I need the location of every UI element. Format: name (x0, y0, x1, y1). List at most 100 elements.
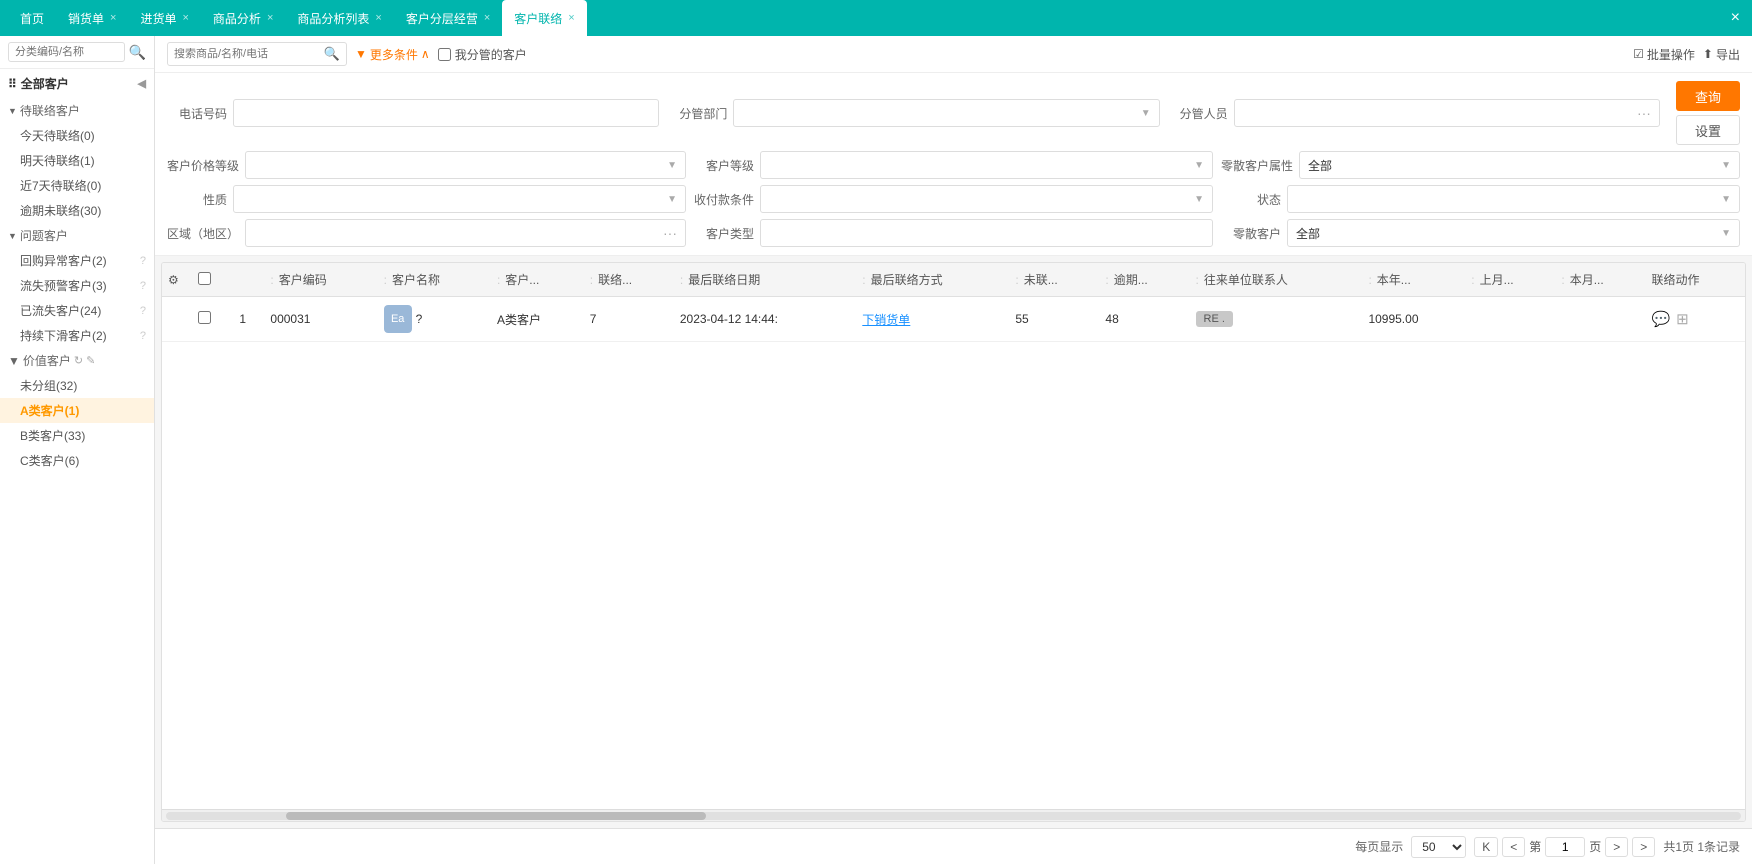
filter-payment-select[interactable]: ▼ (760, 185, 1213, 213)
sidebar-today-pending[interactable]: 今天待联络(0) (0, 123, 154, 148)
close-goods-analysis-icon[interactable]: × (267, 12, 273, 24)
all-customers-header[interactable]: ⠿ 全部客户 ◀ (0, 69, 154, 98)
sidebar-class-a[interactable]: A类客户(1) (0, 398, 154, 423)
col-last-contact-date[interactable]: : 最后联络日期 (674, 263, 856, 297)
nav-purchase[interactable]: 进货单 × (128, 0, 200, 36)
sidebar-tomorrow-pending[interactable]: 明天待联络(1) (0, 148, 154, 173)
col-contact-count[interactable]: : 联络... (584, 263, 674, 297)
more-conditions-btn[interactable]: ▼ 更多条件 ∧ (355, 46, 430, 63)
filter-row-1: 电话号码 分管部门 ▼ 分管人员 ··· (167, 81, 1740, 145)
close-goods-list-icon[interactable]: × (375, 12, 381, 24)
filter-cust-type-input[interactable] (760, 219, 1213, 247)
filter-price-grade-select[interactable]: ▼ (245, 151, 686, 179)
sidebar-ungrouped[interactable]: 未分组(32) (0, 373, 154, 398)
page-size-select[interactable]: 50 100 200 (1411, 836, 1466, 858)
col-code[interactable]: : 客户编码 (264, 263, 377, 297)
col-last-month[interactable]: : 上月... (1465, 263, 1555, 297)
nav-goods-analysis[interactable]: 商品分析 × (201, 0, 285, 36)
region-dots: ··· (663, 225, 677, 241)
select-all-checkbox[interactable] (198, 272, 211, 285)
row-checkbox-cell[interactable] (192, 297, 233, 342)
col-checkbox[interactable] (192, 263, 233, 297)
sidebar-overdue-pending[interactable]: 逾期未联络(30) (0, 198, 154, 223)
query-button[interactable]: 查询 (1676, 81, 1740, 111)
filter-nature-select[interactable]: ▼ (233, 185, 686, 213)
window-close-icon[interactable]: × (1731, 9, 1740, 27)
next-page-btn[interactable]: > (1605, 837, 1628, 857)
scroll-thumb[interactable] (286, 812, 706, 820)
col-last-contact-method[interactable]: : 最后联络方式 (856, 263, 1009, 297)
pending-contact-group[interactable]: ▼ 待联络客户 (0, 98, 154, 123)
sidebar-declining[interactable]: 持续下滑客户(2) ? (0, 323, 154, 348)
help-repeat-icon[interactable]: ? (140, 255, 146, 267)
nav-goods-analysis-list[interactable]: 商品分析列表 × (285, 0, 393, 36)
col-this-month[interactable]: : 本月... (1555, 263, 1645, 297)
filter-retail-cust-select[interactable]: 全部 ▼ (1287, 219, 1740, 247)
horizontal-scrollbar[interactable] (162, 809, 1745, 821)
nav-home[interactable]: 首页 (8, 0, 56, 36)
problem-customers-group[interactable]: ▼ 问题客户 (0, 223, 154, 248)
my-customers-checkbox-area[interactable]: 我分管的客户 (438, 46, 527, 63)
help-churned-icon[interactable]: ? (140, 305, 146, 317)
filter-phone-input[interactable] (233, 99, 659, 127)
row-code-cell: 000031 (264, 297, 377, 342)
comment-action-icon[interactable]: 💬 (1651, 310, 1670, 328)
filter-status-select[interactable]: ▼ (1287, 185, 1740, 213)
main-search-input[interactable] (174, 48, 320, 60)
page-number-input[interactable] (1545, 837, 1585, 857)
main-search-icon[interactable]: 🔍 (324, 46, 340, 62)
export-btn[interactable]: ⬆ 导出 (1703, 46, 1740, 63)
row-checkbox[interactable] (198, 311, 211, 324)
sidebar-search-icon[interactable]: 🔍 (129, 44, 146, 61)
sidebar-class-b[interactable]: B类客户(33) (0, 423, 154, 448)
col-this-year[interactable]: : 本年... (1362, 263, 1465, 297)
pending-arrow-icon: ▼ (8, 106, 17, 116)
row-last-contact-method-cell[interactable]: 下销货单 (856, 297, 1009, 342)
collapse-icon[interactable]: ◀ (138, 77, 146, 90)
grid-action-icon[interactable]: ⊞ (1676, 310, 1689, 328)
filter-dept-select[interactable]: ▼ (733, 99, 1159, 127)
content-area: 🔍 ▼ 更多条件 ∧ 我分管的客户 ☑ 批量操作 ⬆ 导出 (155, 36, 1752, 864)
gear-settings-icon[interactable]: ⚙ (168, 273, 179, 287)
refresh-value-icon[interactable]: ↻ (74, 354, 83, 367)
batch-op-btn[interactable]: ☑ 批量操作 (1633, 46, 1695, 63)
data-table: ⚙ : 客户编码 (162, 263, 1745, 342)
help-churn-icon[interactable]: ? (140, 280, 146, 292)
filter-retail-attr-select[interactable]: 全部 ▼ (1299, 151, 1740, 179)
main-layout: 🔍 ⠿ 全部客户 ◀ ▼ 待联络客户 今天待联络(0) 明天待联络(1) 近7天… (0, 36, 1752, 864)
close-customer-tier-icon[interactable]: × (484, 12, 490, 24)
filter-manager-field: 分管人员 ··· (1168, 99, 1660, 127)
row-last-contact-date-cell: 2023-04-12 14:44: (674, 297, 856, 342)
sidebar-class-c[interactable]: C类客户(6) (0, 448, 154, 473)
last-page-btn[interactable]: > (1632, 837, 1655, 857)
col-overdue[interactable]: : 逾期... (1099, 263, 1189, 297)
prev-page-btn[interactable]: < (1502, 837, 1525, 857)
col-name[interactable]: : 客户名称 (378, 263, 491, 297)
filter-grade-select[interactable]: ▼ (760, 151, 1213, 179)
nav-sales[interactable]: 销货单 × (56, 0, 128, 36)
last-contact-method-link[interactable]: 下销货单 (862, 313, 910, 327)
col-unit-contact[interactable]: : 往来单位联系人 (1190, 263, 1363, 297)
filter-region-select[interactable]: ··· (245, 219, 686, 247)
settings-button[interactable]: 设置 (1676, 115, 1740, 145)
sidebar-churned[interactable]: 已流失客户(24) ? (0, 298, 154, 323)
nav-customer-contact[interactable]: 客户联络 × (502, 0, 586, 36)
value-customers-group[interactable]: ▼ 价值客户 ↻ ✎ (0, 348, 154, 373)
col-no-contact[interactable]: : 未联... (1009, 263, 1099, 297)
main-search-box[interactable]: 🔍 (167, 42, 347, 66)
first-page-btn[interactable]: K (1474, 837, 1498, 857)
col-gear[interactable]: ⚙ (162, 263, 192, 297)
nav-customer-tier[interactable]: 客户分层经营 × (394, 0, 502, 36)
close-customer-contact-icon[interactable]: × (568, 12, 574, 24)
settings-value-icon[interactable]: ✎ (86, 354, 95, 367)
sidebar-7days-pending[interactable]: 近7天待联络(0) (0, 173, 154, 198)
close-purchase-icon[interactable]: × (182, 12, 188, 24)
sidebar-churn-warning[interactable]: 流失预警客户(3) ? (0, 273, 154, 298)
sidebar-repeat-abnormal[interactable]: 回购异常客户(2) ? (0, 248, 154, 273)
my-customers-checkbox[interactable] (438, 48, 451, 61)
sidebar-search-input[interactable] (8, 42, 125, 62)
col-category[interactable]: : 客户... (491, 263, 584, 297)
close-sales-icon[interactable]: × (110, 12, 116, 24)
filter-manager-select[interactable]: ··· (1234, 99, 1660, 127)
help-declining-icon[interactable]: ? (140, 330, 146, 342)
